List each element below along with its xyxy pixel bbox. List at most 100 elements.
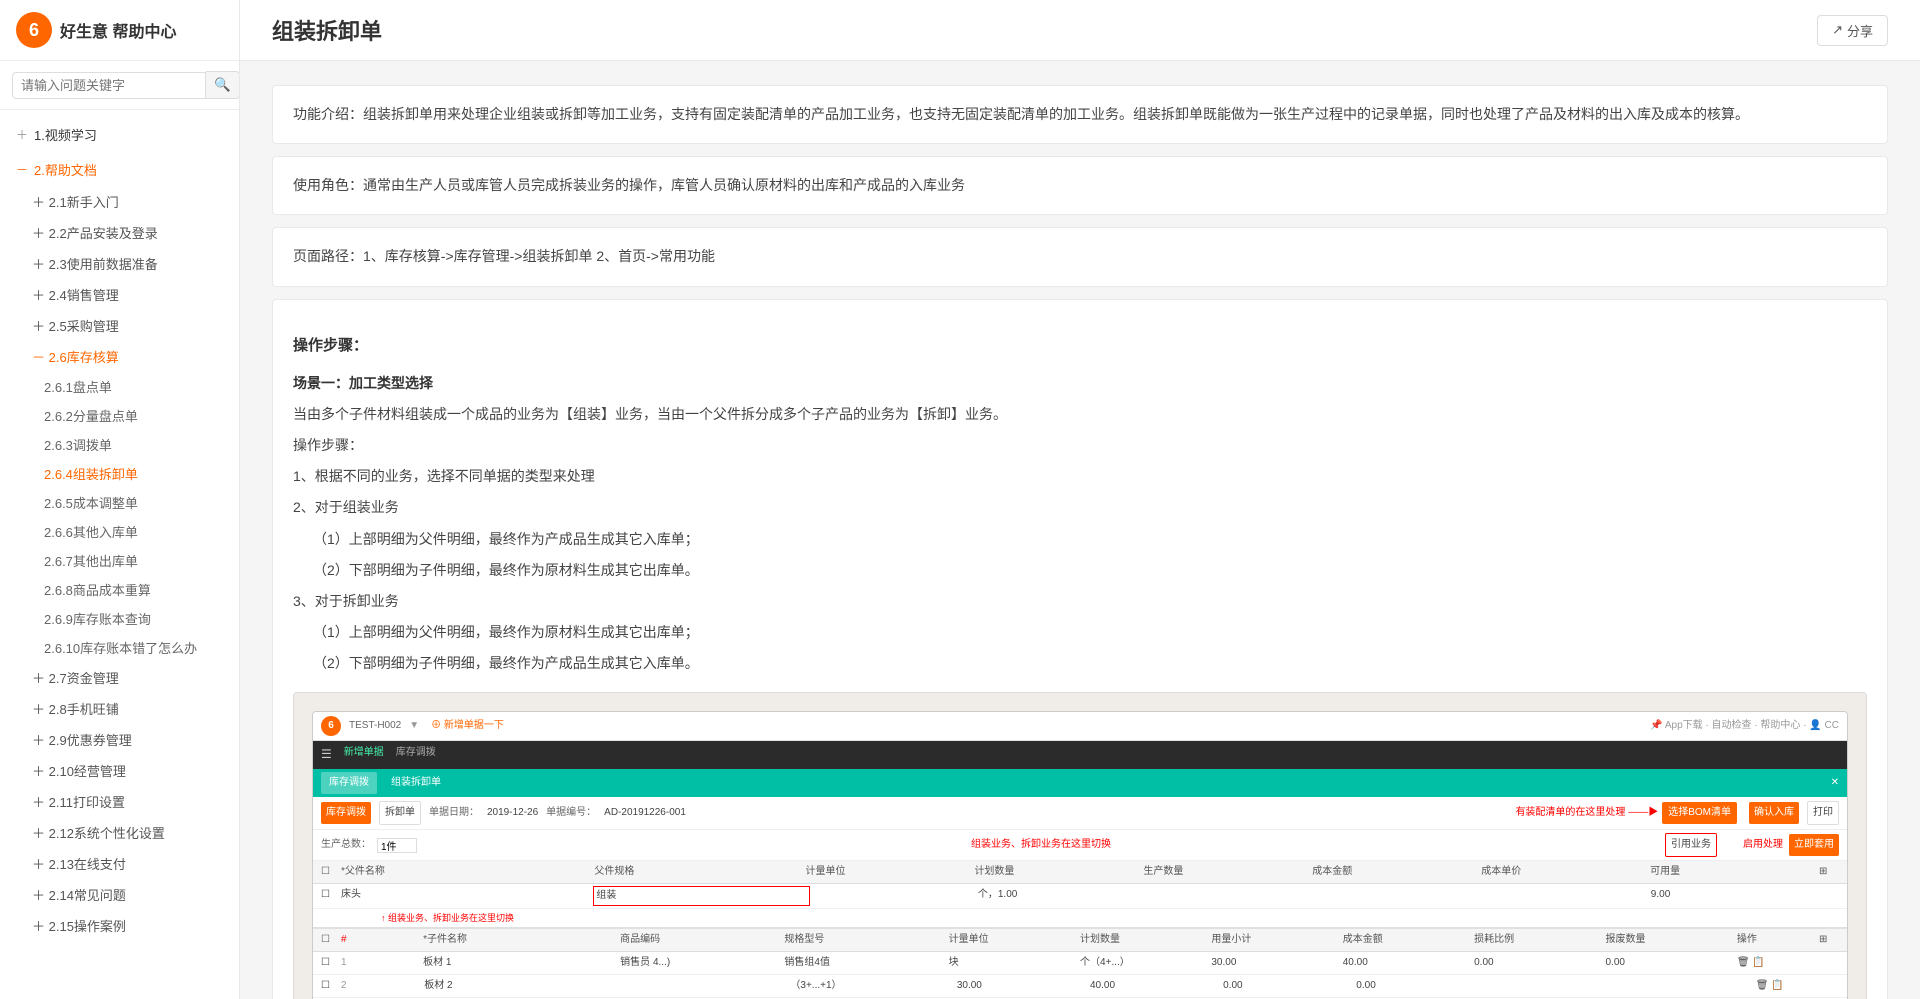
mock-date-value: 2019-12-26 [487, 804, 538, 822]
mock-brow1-unit: 块 [949, 954, 1080, 972]
sidebar-item-payment[interactable]: ＋ 2.13在线支付 [0, 848, 239, 879]
sidebar-item-newbie[interactable]: ＋ 2.1新手入门 [0, 186, 239, 217]
scene1-desc: 当由多个子件材料组装成一个成品的业务为【组装】业务，当由一个父件拆分成多个子产品… [293, 402, 1867, 427]
sidebar-item-finance[interactable]: ＋ 2.7资金管理 [0, 662, 239, 693]
step3-2: （2）下部明细为子件明细，最终作为产成品生成其它入库单。 [313, 651, 1867, 676]
mock-brow2-planqty: 40.00 [1090, 977, 1223, 995]
plus-icon: ＋ [32, 795, 49, 810]
mock-count-input[interactable] [377, 838, 417, 853]
plus-icon: ＋ [32, 257, 49, 272]
plus-icon: ＋ [32, 702, 49, 717]
mock-table-bot-row2: ☐ 2 板材 2 （3+...+1） 30.00 40.00 0.00 0.00… [313, 975, 1847, 998]
mock-brow2-op: 🗑 📋 [1756, 977, 1839, 995]
mock-bth-op: 操作 [1737, 931, 1819, 949]
mock-print-btn: 打印 [1807, 801, 1839, 825]
search-button[interactable]: 🔍 [206, 71, 240, 99]
page-title: 组装拆卸单 [272, 14, 382, 46]
mock-bth-code: 商品编码 [620, 931, 784, 949]
intro-text: 功能介绍：组装拆卸单用来处理企业组装或拆卸等加工业务，支持有固定装配清单的产品加… [293, 106, 1749, 122]
path-text: 页面路径：1、库存核算->库存管理->组装拆卸单 2、首页->常用功能 [293, 248, 715, 264]
mock-brow1-num: 1 [341, 954, 423, 972]
mock-icons: 📌 App下载 · 自动检查 · 帮助中心 · 👤 CC [1650, 717, 1839, 735]
mock-costamt-val [1314, 886, 1482, 906]
annotation1-text: 有装配清单的在这里处理 ——▶ [1515, 804, 1658, 822]
mock-annotation1-area: 有装配清单的在这里处理 ——▶ 选择BOM清单 [1515, 802, 1737, 824]
mock-annotation3-area: 启用处理 [1723, 836, 1783, 854]
sidebar-item-coupon[interactable]: ＋ 2.9优惠券管理 [0, 724, 239, 755]
intro-section: 功能介绍：组装拆卸单用来处理企业组装或拆卸等加工业务，支持有固定装配清单的产品加… [272, 85, 1888, 144]
sidebar-item-cost-adjust[interactable]: 2.6.5成本调整单 [0, 488, 239, 517]
mock-billno-value: AD-20191226-001 [604, 804, 686, 822]
path-section: 页面路径：1、库存核算->库存管理->组装拆卸单 2、首页->常用功能 [272, 227, 1888, 286]
mock-company: TEST-H002 [349, 717, 401, 735]
sidebar-item-cost-recalc[interactable]: 2.6.8商品成本重算 [0, 575, 239, 604]
minus-icon: － [16, 161, 28, 178]
sidebar-item-mobile[interactable]: ＋ 2.8手机旺铺 [0, 693, 239, 724]
mock-bth-add: ⊞ [1819, 931, 1839, 949]
sidebar-item-transfer[interactable]: 2.6.3调拨单 [0, 430, 239, 459]
minus-icon: － [32, 350, 49, 365]
mock-bth-planqty: 计划数量 [1080, 931, 1211, 949]
mock-use-field: 引用业务 [1665, 833, 1717, 857]
sidebar-item-sales[interactable]: ＋ 2.4销售管理 [0, 279, 239, 310]
sidebar-item-stock-error[interactable]: 2.6.10库存账本错了怎么办 [0, 633, 239, 662]
sidebar-item-stocktake[interactable]: 2.6.1盘点单 [0, 372, 239, 401]
mock-table-top-row1: ☐ 床头 组装 个，1.00 9.00 [313, 884, 1847, 909]
sidebar-item-inventory[interactable]: － 2.6库存核算 [0, 341, 239, 372]
mock-brow1-loss: 0.00 [1474, 954, 1605, 972]
mock-bth-spec: 规格型号 [784, 931, 948, 949]
mock-bth-cost: 成本金额 [1343, 931, 1474, 949]
plus-icon: ＋ [32, 195, 49, 210]
mock-count-label: 生产总数： [321, 836, 371, 854]
sidebar-item-other-out[interactable]: 2.6.7其他出库单 [0, 546, 239, 575]
sidebar-item-faq[interactable]: ＋ 2.14常见问题 [0, 879, 239, 910]
mock-topbar: 6 TEST-H002 ▼ ⊕ 新增单据一下 📌 App下载 · 自动检查 · … [313, 712, 1847, 741]
mock-row-action [1819, 886, 1839, 906]
step3-1: （1）上部明细为父件明细，最终作为原材料生成其它出库单； [313, 620, 1867, 645]
mock-th-plan-qty: 计划数量 [974, 863, 1143, 881]
share-button[interactable]: ↗ 分享 [1817, 15, 1888, 46]
role-text: 使用角色：通常由生产人员或库管人员完成拆装业务的操作，库管人员确认原材料的出库和… [293, 177, 965, 193]
screenshot-image: 6 TEST-H002 ▼ ⊕ 新增单据一下 📌 App下载 · 自动检查 · … [294, 693, 1866, 999]
mock-brow1-sub: 30.00 [1211, 954, 1342, 972]
sidebar-item-ops[interactable]: ＋ 2.10经营管理 [0, 755, 239, 786]
mock-avail-val: 9.00 [1651, 886, 1819, 906]
sidebar-item-other-in[interactable]: 2.6.6其他入库单 [0, 517, 239, 546]
mock-annotation2-row: 生产总数： 组装业务、拆卸业务在这里切换 引用业务 启用处理 [313, 830, 1847, 861]
sidebar-item-personalize[interactable]: ＋ 2.12系统个性化设置 [0, 817, 239, 848]
mock-nav-icon: ☰ [321, 744, 332, 766]
mock-spacer: ▼ [409, 717, 419, 735]
sidebar-item-docs[interactable]: － 2.帮助文档 [0, 153, 239, 186]
mock-table-bot-row1: ☐ 1 板材 1 销售员 4...) 销售组4值 块 个（4+...） 30.0… [313, 952, 1847, 975]
mock-th-action: ⊞ [1819, 863, 1839, 881]
mock-apply-btn: 立即套用 [1789, 834, 1839, 856]
mock-close-icon: ✕ [1831, 774, 1839, 792]
sidebar-item-print[interactable]: ＋ 2.11打印设置 [0, 786, 239, 817]
mock-bth-scrap: 报废数量 [1605, 931, 1736, 949]
sidebar-item-video[interactable]: ＋ 1.视频学习 [0, 118, 239, 151]
mock-th-cost-amount: 成本金额 [1312, 863, 1481, 881]
annotation2-arrow: ↑ 组装业务、拆卸业务在这里切换 [381, 910, 514, 926]
mock-brow1-scrap: 0.00 [1605, 954, 1736, 972]
mock-brow2-name: 板材 2 [424, 977, 624, 995]
mock-bth-unit: 计量单位 [949, 931, 1080, 949]
plus-icon: ＋ [32, 826, 49, 841]
sidebar-item-assembly[interactable]: 2.6.4组装拆卸单 [0, 459, 239, 488]
sidebar-item-stock-ledger[interactable]: 2.6.9库存账本查询 [0, 604, 239, 633]
plus-icon: ＋ [32, 226, 49, 241]
mock-parent-name: 床头 [341, 886, 593, 906]
mock-checkbox-col: ☐ [321, 863, 337, 881]
sidebar-item-cases[interactable]: ＋ 2.15操作案例 [0, 910, 239, 941]
sidebar-item-partial-stocktake[interactable]: 2.6.2分量盘点单 [0, 401, 239, 430]
mock-table-header-bottom: ☐ # *子件名称 商品编码 规格型号 计量单位 计划数量 用量小计 成本金额 … [313, 927, 1847, 952]
sidebar-item-install[interactable]: ＋ 2.2产品安装及登录 [0, 217, 239, 248]
mock-costprice-val [1483, 886, 1651, 906]
sidebar-item-purchase[interactable]: ＋ 2.5采购管理 [0, 310, 239, 341]
screenshot-container: 6 TEST-H002 ▼ ⊕ 新增单据一下 📌 App下载 · 自动检查 · … [293, 692, 1867, 999]
mock-brow2-cost: 0.00 [1356, 977, 1489, 995]
search-input[interactable] [12, 72, 206, 99]
sidebar-item-data-prep[interactable]: ＋ 2.3使用前数据准备 [0, 248, 239, 279]
mock-th-prod-qty: 生产数量 [1143, 863, 1312, 881]
mock-parent-spec-highlight: 组装 [593, 886, 809, 906]
app-logo: 6 好生意 帮助中心 [0, 0, 239, 61]
